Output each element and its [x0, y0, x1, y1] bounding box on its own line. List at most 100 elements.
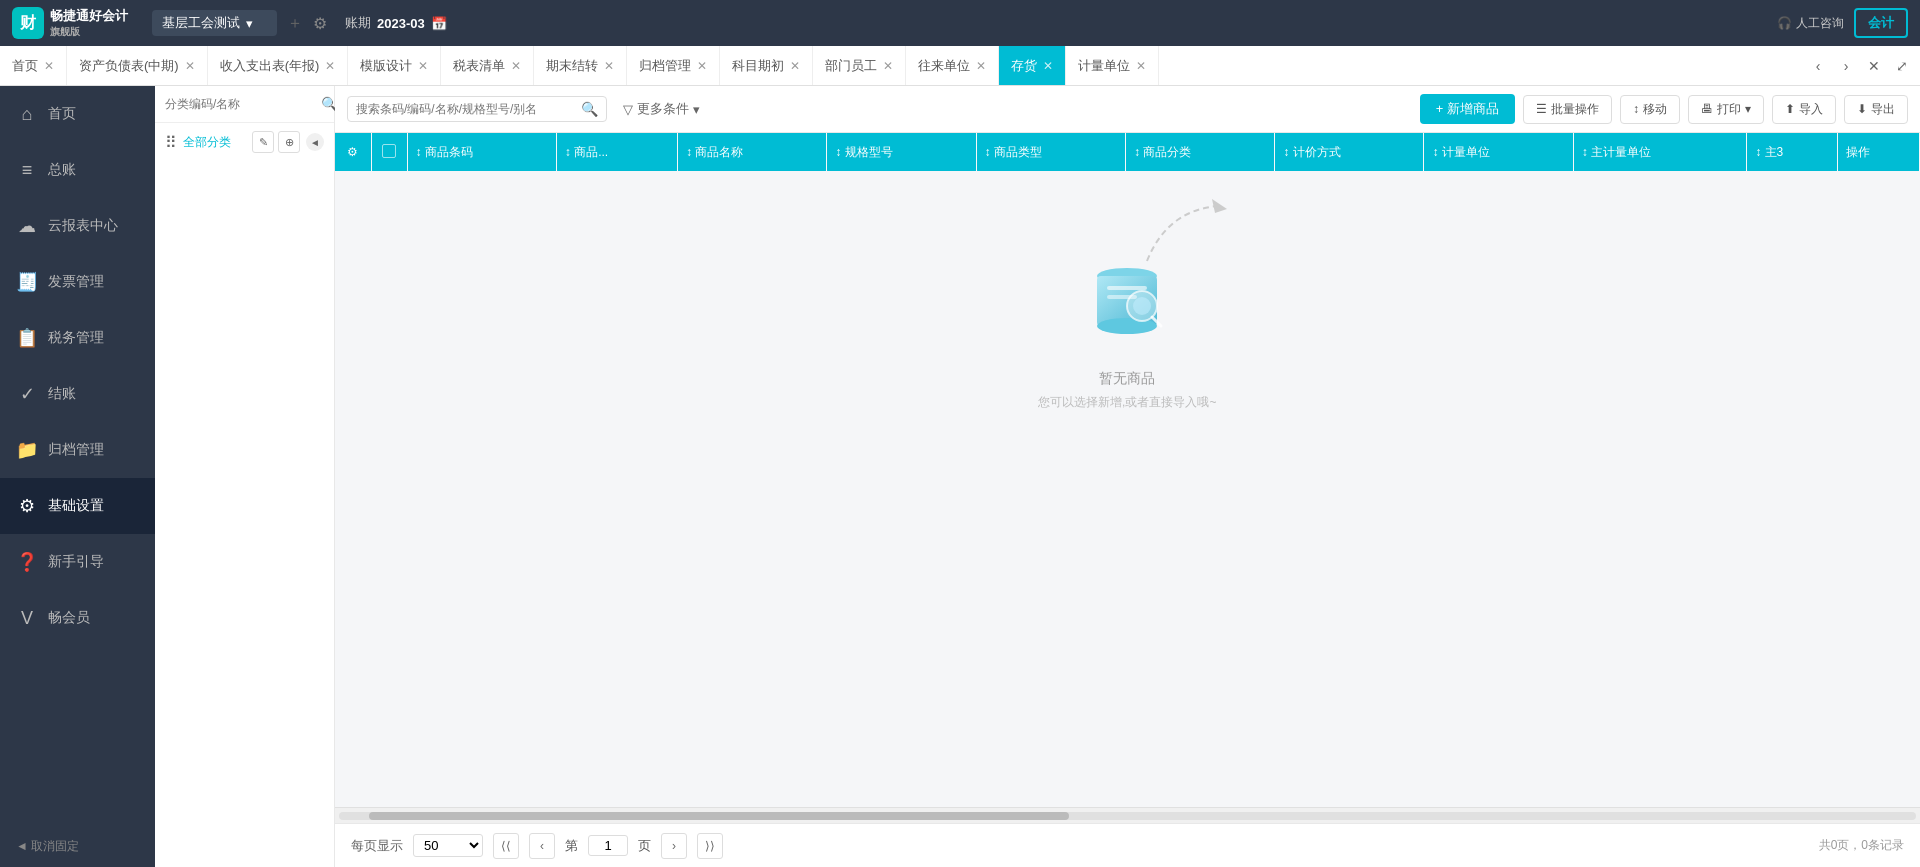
tab-dept-staff[interactable]: 部门员工 ✕ — [813, 46, 906, 86]
sidebar-item-invoice[interactable]: 🧾 发票管理 — [0, 254, 155, 310]
tab-close-inventory[interactable]: ✕ — [1043, 60, 1053, 72]
tab-close-balance[interactable]: ✕ — [185, 60, 195, 72]
next-page-btn[interactable]: › — [661, 833, 687, 859]
search-wrap: 🔍 — [347, 96, 607, 122]
invoice-icon: 🧾 — [16, 271, 38, 293]
panel-collapse-btn[interactable]: ◄ — [306, 133, 324, 151]
tab-close-income[interactable]: ✕ — [325, 60, 335, 72]
tab-close-clients[interactable]: ✕ — [976, 60, 986, 72]
th-price-method[interactable]: ↕ 计价方式 — [1275, 133, 1424, 171]
th-name[interactable]: ↕ 商品名称 — [677, 133, 826, 171]
product-search-icon[interactable]: 🔍 — [581, 101, 598, 117]
category-add-icon[interactable]: ⊕ — [278, 131, 300, 153]
th-actions: 操作 — [1837, 133, 1919, 171]
sidebar-item-cloud-reports[interactable]: ☁ 云报表中心 — [0, 198, 155, 254]
move-btn[interactable]: ↕ 移动 — [1620, 95, 1680, 124]
total-info: 共0页，0条记录 — [1819, 837, 1904, 854]
category-search-input[interactable] — [165, 97, 315, 111]
tab-subject-init[interactable]: 科目期初 ✕ — [720, 46, 813, 86]
ai-consult-btn[interactable]: 🎧 人工咨询 — [1777, 15, 1844, 32]
horizontal-scrollbar[interactable] — [335, 807, 1920, 823]
tab-expand-btn[interactable]: ⤢ — [1888, 52, 1916, 80]
tab-inventory[interactable]: 存货 ✕ — [999, 46, 1066, 86]
top-header: 财 畅捷通好会计 旗舰版 基层工会测试 ▾ ＋ ⚙ 账期 2023-03 📅 🎧… — [0, 0, 1920, 46]
export-btn[interactable]: ⬇ 导出 — [1844, 95, 1908, 124]
th-checkbox[interactable] — [371, 133, 407, 171]
per-page-select[interactable]: 10 20 50 100 — [413, 834, 483, 857]
tab-next-btn[interactable]: › — [1832, 52, 1860, 80]
account-button[interactable]: 会计 — [1854, 8, 1908, 38]
tab-close-all-btn[interactable]: ✕ — [1860, 52, 1888, 80]
print-btn[interactable]: 🖶 打印 ▾ — [1688, 95, 1764, 124]
tab-home[interactable]: 首页 ✕ — [0, 46, 67, 86]
tab-unit[interactable]: 计量单位 ✕ — [1066, 46, 1159, 86]
all-category-label: 全部分类 — [183, 134, 231, 151]
sidebar-item-label: 基础设置 — [48, 497, 104, 515]
tab-close-subject[interactable]: ✕ — [790, 60, 800, 72]
svg-point-7 — [1133, 297, 1151, 315]
cloud-icon: ☁ — [16, 215, 38, 237]
prev-page-btn[interactable]: ‹ — [529, 833, 555, 859]
cancel-fixed-btn[interactable]: ◄ 取消固定 — [0, 826, 155, 867]
tab-tax-list[interactable]: 税表清单 ✕ — [441, 46, 534, 86]
pagination: 每页显示 10 20 50 100 ⟨⟨ ‹ 第 页 › ⟩⟩ 共0页，0条记录 — [335, 823, 1920, 867]
import-btn[interactable]: ⬆ 导入 — [1772, 95, 1836, 124]
th-col3[interactable]: ↕ 主3 — [1747, 133, 1837, 171]
tab-bar: 首页 ✕ 资产负债表(中期) ✕ 收入支出表(年报) ✕ 模版设计 ✕ 税表清单… — [0, 46, 1920, 86]
product-search-input[interactable] — [356, 102, 575, 116]
th-spec[interactable]: ↕ 规格型号 — [827, 133, 976, 171]
sidebar-item-vip[interactable]: V 畅会员 — [0, 590, 155, 646]
tab-close-template[interactable]: ✕ — [418, 60, 428, 72]
per-page-label: 每页显示 — [351, 837, 403, 855]
select-all-checkbox[interactable] — [382, 144, 396, 158]
sidebar-item-label: 归档管理 — [48, 441, 104, 459]
last-page-btn[interactable]: ⟩⟩ — [697, 833, 723, 859]
th-barcode[interactable]: ↕ 商品条码 — [407, 133, 556, 171]
category-edit-icon[interactable]: ✎ — [252, 131, 274, 153]
tab-clients[interactable]: 往来单位 ✕ — [906, 46, 999, 86]
sidebar-item-close-period[interactable]: ✓ 结账 — [0, 366, 155, 422]
tab-archive[interactable]: 归档管理 ✕ — [627, 46, 720, 86]
tab-prev-btn[interactable]: ‹ — [1804, 52, 1832, 80]
th-code[interactable]: ↕ 商品... — [556, 133, 677, 171]
tab-close-tax[interactable]: ✕ — [511, 60, 521, 72]
tab-template-design[interactable]: 模版设计 ✕ — [348, 46, 441, 86]
left-panel-container: 🔍 ⠿ 全部分类 ✎ ⊕ ◄ 🔍 — [155, 86, 1920, 867]
th-main-unit[interactable]: ↕ 主计量单位 — [1573, 133, 1746, 171]
scroll-track[interactable] — [339, 812, 1916, 820]
th-settings[interactable]: ⚙ — [335, 133, 371, 171]
sidebar-item-home[interactable]: ⌂ 首页 — [0, 86, 155, 142]
svg-rect-4 — [1107, 286, 1147, 290]
sidebar-item-guide[interactable]: ❓ 新手引导 — [0, 534, 155, 590]
home-icon: ⌂ — [16, 104, 38, 125]
tab-close-archive[interactable]: ✕ — [697, 60, 707, 72]
company-selector[interactable]: 基层工会测试 ▾ — [152, 10, 277, 36]
column-settings-icon[interactable]: ⚙ — [347, 145, 358, 159]
add-product-btn[interactable]: + 新增商品 — [1420, 94, 1515, 124]
sidebar-item-tax[interactable]: 📋 税务管理 — [0, 310, 155, 366]
tab-close-dept[interactable]: ✕ — [883, 60, 893, 72]
settings-btn[interactable]: ⚙ — [313, 14, 327, 33]
tab-close-period[interactable]: ✕ — [604, 60, 614, 72]
scroll-thumb[interactable] — [369, 812, 1069, 820]
sidebar-item-archive[interactable]: 📁 归档管理 — [0, 422, 155, 478]
batch-action-btn[interactable]: ☰ 批量操作 — [1523, 95, 1612, 124]
th-type[interactable]: ↕ 商品类型 — [976, 133, 1125, 171]
th-unit[interactable]: ↕ 计量单位 — [1424, 133, 1573, 171]
sidebar-item-general-ledger[interactable]: ≡ 总账 — [0, 142, 155, 198]
first-page-btn[interactable]: ⟨⟨ — [493, 833, 519, 859]
page-input[interactable] — [588, 835, 628, 856]
sidebar-item-basic-settings[interactable]: ⚙ 基础设置 — [0, 478, 155, 534]
th-category[interactable]: ↕ 商品分类 — [1125, 133, 1274, 171]
tab-close-unit[interactable]: ✕ — [1136, 60, 1146, 72]
tab-period-transfer[interactable]: 期末结转 ✕ — [534, 46, 627, 86]
tab-balance-sheet[interactable]: 资产负债表(中期) ✕ — [67, 46, 208, 86]
sidebar-item-label: 总账 — [48, 161, 76, 179]
tab-income-statement[interactable]: 收入支出表(年报) ✕ — [208, 46, 349, 86]
calendar-icon[interactable]: 📅 — [431, 16, 447, 31]
more-conditions-btn[interactable]: ▽ 更多条件 ▾ — [615, 96, 708, 122]
add-tab-btn[interactable]: ＋ — [287, 13, 303, 34]
batch-icon: ☰ — [1536, 102, 1547, 116]
all-category-item[interactable]: ⠿ 全部分类 ✎ ⊕ ◄ — [155, 123, 334, 161]
tab-close-home[interactable]: ✕ — [44, 60, 54, 72]
